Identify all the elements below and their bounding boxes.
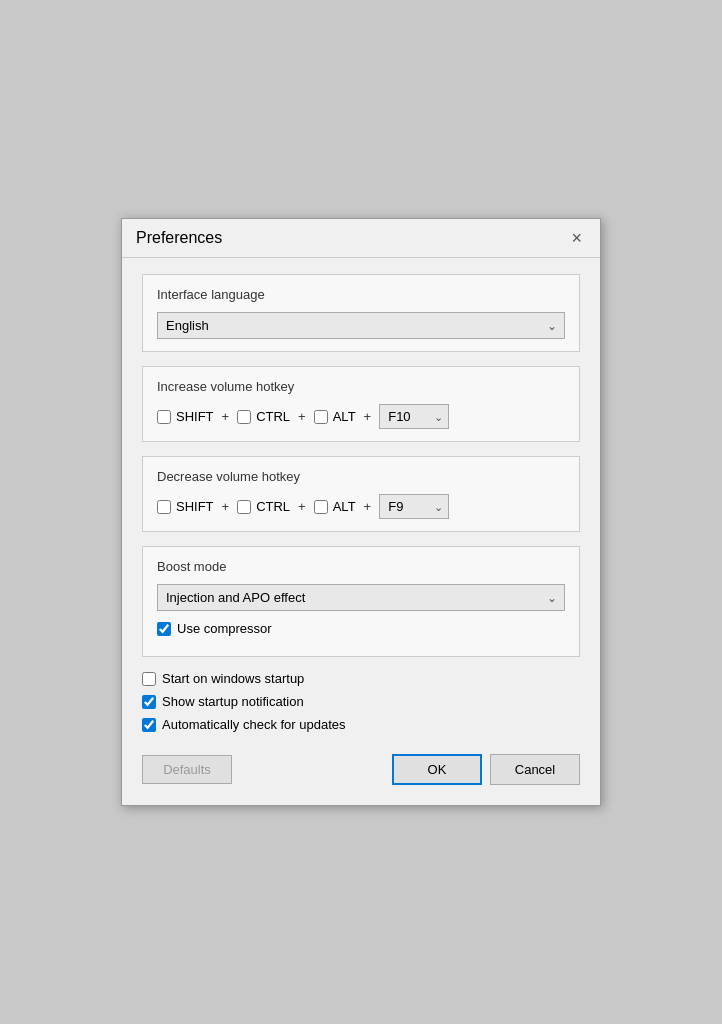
start-on-startup-label[interactable]: Start on windows startup: [142, 671, 580, 686]
decrease-ctrl-checkbox[interactable]: [237, 500, 251, 514]
auto-check-updates-checkbox[interactable]: [142, 718, 156, 732]
use-compressor-checkbox[interactable]: [157, 622, 171, 636]
boost-mode-section: Boost mode Injection and APO effect Inje…: [142, 546, 580, 657]
increase-ctrl-checkbox-label[interactable]: CTRL: [237, 409, 290, 424]
dialog-content: Interface language English French German…: [122, 258, 600, 805]
increase-plus1: +: [222, 409, 230, 424]
button-row: Defaults OK Cancel: [142, 746, 580, 789]
ok-button[interactable]: OK: [392, 754, 482, 785]
language-select-wrapper: English French German Spanish Russian ⌄: [157, 312, 565, 339]
preferences-dialog: Preferences × Interface language English…: [121, 218, 601, 806]
auto-check-updates-text: Automatically check for updates: [162, 717, 346, 732]
increase-shift-checkbox[interactable]: [157, 410, 171, 424]
language-select[interactable]: English French German Spanish Russian: [157, 312, 565, 339]
use-compressor-text: Use compressor: [177, 621, 272, 636]
decrease-alt-text: ALT: [333, 499, 356, 514]
decrease-shift-checkbox-label[interactable]: SHIFT: [157, 499, 214, 514]
decrease-volume-hotkey-row: SHIFT + CTRL + ALT + F1F2F3F4 F5F6F7F8: [157, 494, 565, 519]
auto-check-updates-label[interactable]: Automatically check for updates: [142, 717, 580, 732]
decrease-plus3: +: [364, 499, 372, 514]
decrease-plus1: +: [222, 499, 230, 514]
close-button[interactable]: ×: [567, 229, 586, 247]
increase-key-select[interactable]: F1F2F3F4 F5F6F7F8 F9F10F11F12: [379, 404, 449, 429]
increase-plus3: +: [364, 409, 372, 424]
decrease-volume-section: Decrease volume hotkey SHIFT + CTRL + AL…: [142, 456, 580, 532]
decrease-key-select[interactable]: F1F2F3F4 F5F6F7F8 F9F10F11F12: [379, 494, 449, 519]
increase-volume-section: Increase volume hotkey SHIFT + CTRL + AL…: [142, 366, 580, 442]
boost-mode-select-wrapper: Injection and APO effect Injection only …: [157, 584, 565, 611]
increase-alt-text: ALT: [333, 409, 356, 424]
dialog-title: Preferences: [136, 229, 222, 247]
standalone-checkboxes-group: Start on windows startup Show startup no…: [142, 671, 580, 732]
increase-alt-checkbox-label[interactable]: ALT: [314, 409, 356, 424]
increase-volume-hotkey-row: SHIFT + CTRL + ALT + F1F2F3F4 F5F6F7F8: [157, 404, 565, 429]
boost-mode-label: Boost mode: [157, 559, 565, 574]
increase-ctrl-text: CTRL: [256, 409, 290, 424]
decrease-key-select-wrapper: F1F2F3F4 F5F6F7F8 F9F10F11F12 ⌄: [379, 494, 449, 519]
show-notification-checkbox[interactable]: [142, 695, 156, 709]
show-notification-label[interactable]: Show startup notification: [142, 694, 580, 709]
boost-mode-select[interactable]: Injection and APO effect Injection only …: [157, 584, 565, 611]
start-on-startup-checkbox[interactable]: [142, 672, 156, 686]
increase-alt-checkbox[interactable]: [314, 410, 328, 424]
title-bar: Preferences ×: [122, 219, 600, 258]
decrease-ctrl-checkbox-label[interactable]: CTRL: [237, 499, 290, 514]
increase-shift-checkbox-label[interactable]: SHIFT: [157, 409, 214, 424]
show-notification-text: Show startup notification: [162, 694, 304, 709]
increase-shift-text: SHIFT: [176, 409, 214, 424]
increase-key-select-wrapper: F1F2F3F4 F5F6F7F8 F9F10F11F12 ⌄: [379, 404, 449, 429]
increase-ctrl-checkbox[interactable]: [237, 410, 251, 424]
right-buttons: OK Cancel: [392, 754, 580, 785]
increase-plus2: +: [298, 409, 306, 424]
cancel-button[interactable]: Cancel: [490, 754, 580, 785]
start-on-startup-text: Start on windows startup: [162, 671, 304, 686]
decrease-shift-text: SHIFT: [176, 499, 214, 514]
increase-volume-label: Increase volume hotkey: [157, 379, 565, 394]
defaults-button[interactable]: Defaults: [142, 755, 232, 784]
decrease-ctrl-text: CTRL: [256, 499, 290, 514]
use-compressor-checkbox-label[interactable]: Use compressor: [157, 621, 565, 636]
interface-language-section: Interface language English French German…: [142, 274, 580, 352]
decrease-alt-checkbox-label[interactable]: ALT: [314, 499, 356, 514]
decrease-alt-checkbox[interactable]: [314, 500, 328, 514]
decrease-volume-label: Decrease volume hotkey: [157, 469, 565, 484]
decrease-shift-checkbox[interactable]: [157, 500, 171, 514]
interface-language-label: Interface language: [157, 287, 565, 302]
decrease-plus2: +: [298, 499, 306, 514]
